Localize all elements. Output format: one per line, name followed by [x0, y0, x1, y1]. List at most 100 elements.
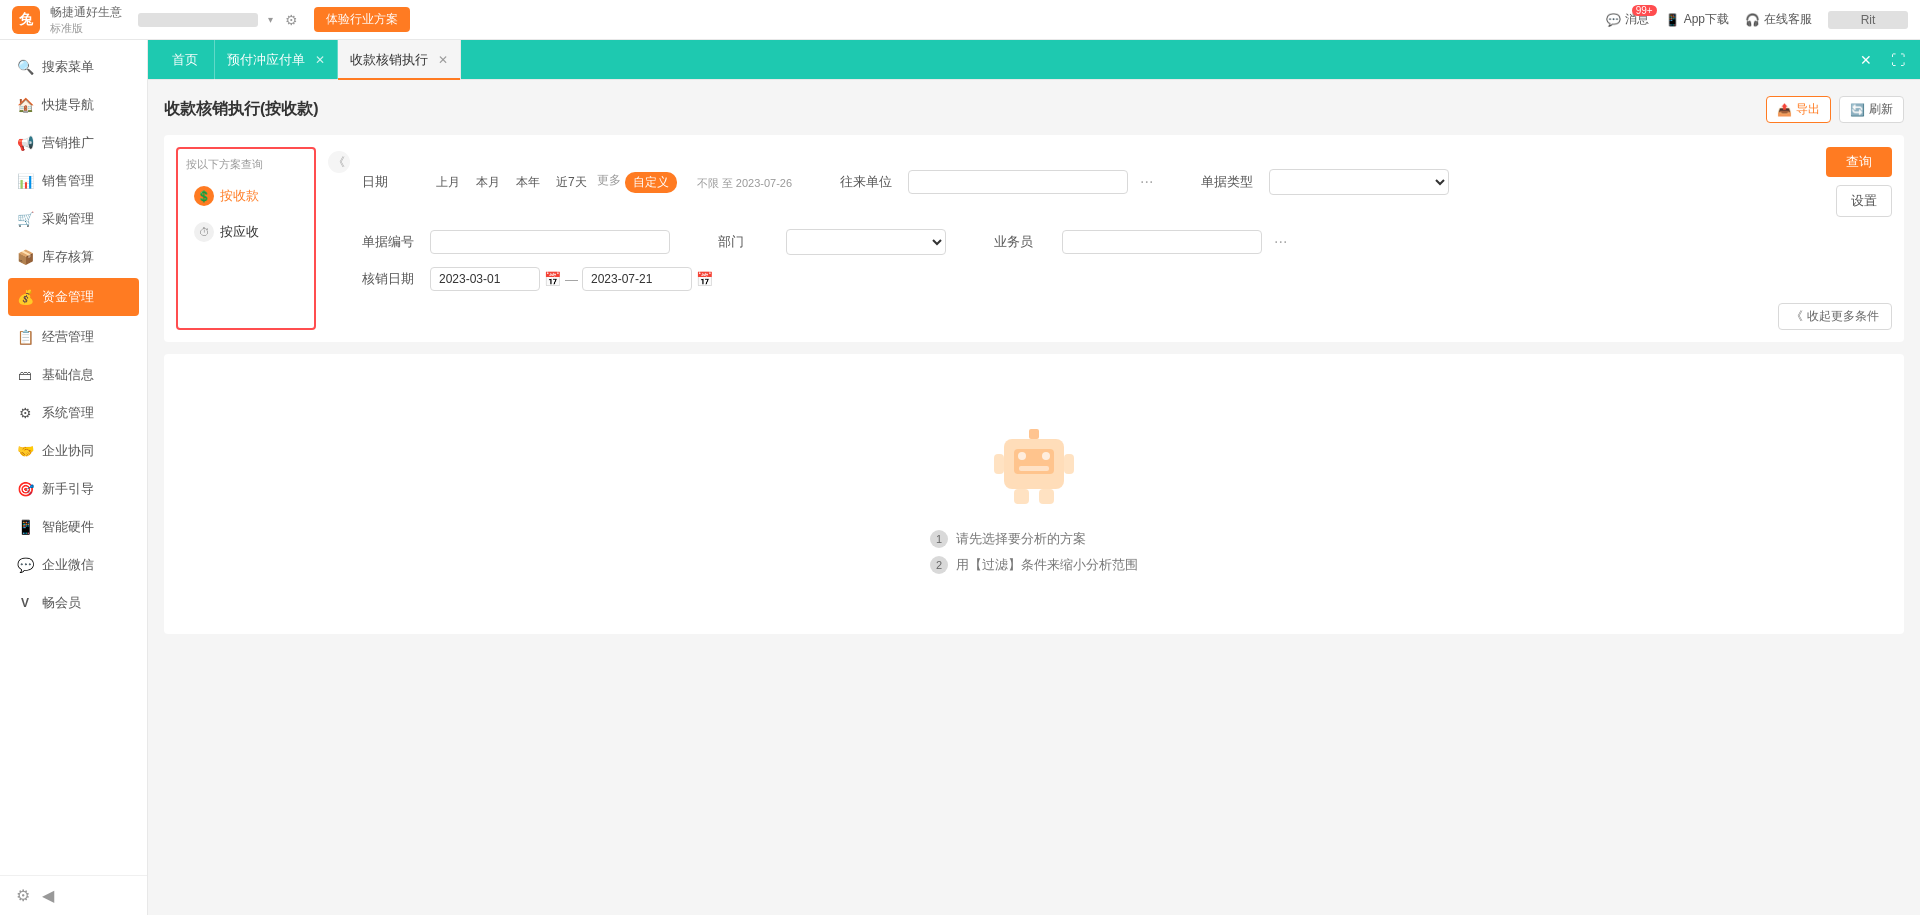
- writeoff-date-field: 核销日期 📅 — 📅: [362, 267, 713, 291]
- sidebar-item-quick-nav[interactable]: 🏠 快捷导航: [0, 86, 147, 124]
- query-button[interactable]: 查询: [1826, 147, 1892, 177]
- date-tab-last-month[interactable]: 上月: [430, 172, 466, 193]
- writeoff-date-from-icon[interactable]: 📅: [544, 271, 561, 287]
- date-tab-custom[interactable]: 自定义: [625, 172, 677, 193]
- date-label: 日期: [362, 173, 422, 191]
- tab-home[interactable]: 首页: [156, 40, 215, 80]
- collapse-filter-button[interactable]: 《: [328, 151, 350, 173]
- quick-nav-icon: 🏠: [16, 96, 34, 114]
- by-receivable-icon: ⏱: [194, 222, 214, 242]
- refresh-icon: 🔄: [1850, 103, 1865, 117]
- sidebar-item-basic-info[interactable]: 🗃 基础信息: [0, 356, 147, 394]
- user-avatar[interactable]: Rit: [1828, 11, 1908, 29]
- service-icon: 🎧: [1745, 13, 1760, 27]
- app-download-button[interactable]: 📱 App下载: [1665, 11, 1729, 28]
- tab-expand-button[interactable]: ⛶: [1884, 46, 1912, 74]
- message-button[interactable]: 💬 消息 99+: [1606, 11, 1649, 28]
- page-header: 收款核销执行(按收款) 📤 导出 🔄 刷新: [164, 96, 1904, 123]
- solution-button[interactable]: 体验行业方案: [314, 7, 410, 32]
- finance-icon: 💰: [16, 288, 34, 306]
- voucher-type-select[interactable]: [1269, 169, 1449, 195]
- writeoff-date-to-icon[interactable]: 📅: [696, 271, 713, 287]
- sidebar-item-guide[interactable]: 🎯 新手引导: [0, 470, 147, 508]
- settings-icon[interactable]: ⚙: [285, 12, 298, 28]
- voucher-no-field: 单据编号: [362, 230, 670, 254]
- company-name-blurred: [138, 13, 258, 27]
- by-receipt-icon: 💲: [194, 186, 214, 206]
- tab-close-prepay[interactable]: ✕: [315, 53, 325, 67]
- hint-num-2: 2: [930, 556, 948, 574]
- empty-robot-svg: [984, 414, 1084, 514]
- filter-type-by-receivable[interactable]: ⏱ 按应收: [186, 216, 306, 248]
- sidebar-item-finance[interactable]: 💰 资金管理: [8, 278, 139, 316]
- operations-icon: 📋: [16, 328, 34, 346]
- filter-type-title: 按以下方案查询: [186, 157, 306, 172]
- inventory-icon: 📦: [16, 248, 34, 266]
- edition-label: 标准版: [50, 21, 126, 36]
- svg-rect-9: [1039, 489, 1054, 504]
- sidebar-item-enterprise-collab[interactable]: 🤝 企业协同: [0, 432, 147, 470]
- date-hint: 不限 至 2023-07-26: [697, 176, 792, 191]
- sidebar-item-smart-hardware[interactable]: 📱 智能硬件: [0, 508, 147, 546]
- svg-rect-7: [1064, 454, 1074, 474]
- dept-field: 部门: [718, 229, 946, 255]
- export-button[interactable]: 📤 导出: [1766, 96, 1831, 123]
- tab-close-all-button[interactable]: ✕: [1852, 46, 1880, 74]
- company-dropdown-arrow[interactable]: ▾: [268, 14, 273, 25]
- staff-label: 业务员: [994, 233, 1054, 251]
- tab-prepay-offset[interactable]: 预付冲应付单 ✕: [215, 40, 338, 80]
- search-icon: 🔍: [16, 58, 34, 76]
- settings-button[interactable]: 设置: [1836, 185, 1892, 217]
- svg-rect-6: [994, 454, 1004, 474]
- sidebar-item-sales[interactable]: 📊 销售管理: [0, 162, 147, 200]
- topbar-right: 💬 消息 99+ 📱 App下载 🎧 在线客服 Rit: [1606, 11, 1908, 29]
- tab-bar-actions: ✕ ⛶: [1852, 46, 1920, 74]
- counterparty-input[interactable]: [908, 170, 1128, 194]
- filter-type-by-receipt[interactable]: 💲 按收款: [186, 180, 306, 212]
- empty-hints: 1 请先选择要分析的方案 2 用【过滤】条件来缩小分析范围: [930, 530, 1138, 574]
- staff-dots[interactable]: ···: [1274, 233, 1287, 251]
- hardware-icon: 📱: [16, 518, 34, 536]
- sidebar-collapse-icon[interactable]: ◀: [42, 886, 54, 905]
- voucher-type-field: 单据类型: [1201, 169, 1449, 195]
- filter-row-3: 核销日期 📅 — 📅: [362, 267, 1892, 291]
- online-service-button[interactable]: 🎧 在线客服: [1745, 11, 1812, 28]
- date-tab-more[interactable]: 更多: [597, 172, 621, 193]
- filter-type-box: 按以下方案查询 💲 按收款 ⏱ 按应收: [176, 147, 316, 330]
- date-tab-this-month[interactable]: 本月: [470, 172, 506, 193]
- svg-point-2: [1018, 452, 1026, 460]
- date-tab-this-year[interactable]: 本年: [510, 172, 546, 193]
- app-logo: 兔: [12, 6, 40, 34]
- sidebar-item-vip-member[interactable]: V 畅会员: [0, 584, 147, 622]
- sidebar-item-purchase[interactable]: 🛒 采购管理: [0, 200, 147, 238]
- tab-receipt-writeoff[interactable]: 收款核销执行 ✕: [338, 40, 461, 80]
- counterparty-dots[interactable]: ···: [1140, 173, 1153, 191]
- sidebar-item-system[interactable]: ⚙ 系统管理: [0, 394, 147, 432]
- collapse-arrow-icon: 《: [1791, 308, 1803, 325]
- message-badge: 99+: [1632, 5, 1657, 16]
- dept-select[interactable]: [786, 229, 946, 255]
- tab-close-receipt[interactable]: ✕: [438, 53, 448, 67]
- staff-input[interactable]: [1062, 230, 1262, 254]
- collapse-more-button[interactable]: 《 收起更多条件: [1778, 303, 1892, 330]
- writeoff-date-to[interactable]: [582, 267, 692, 291]
- sidebar-item-operations[interactable]: 📋 经营管理: [0, 318, 147, 356]
- system-icon: ⚙: [16, 404, 34, 422]
- date-tab-7days[interactable]: 近7天: [550, 172, 593, 193]
- sidebar-item-marketing[interactable]: 📢 营销推广: [0, 124, 147, 162]
- writeoff-date-from[interactable]: [430, 267, 540, 291]
- date-field: 日期 上月 本月 本年 近7天 更多 自定义: [362, 172, 677, 193]
- refresh-button[interactable]: 🔄 刷新: [1839, 96, 1904, 123]
- sidebar-item-enterprise-wechat[interactable]: 💬 企业微信: [0, 546, 147, 584]
- empty-icon: [984, 414, 1084, 514]
- empty-state: 1 请先选择要分析的方案 2 用【过滤】条件来缩小分析范围: [164, 354, 1904, 634]
- sidebar-settings-icon[interactable]: ⚙: [16, 886, 30, 905]
- voucher-no-input[interactable]: [430, 230, 670, 254]
- basic-info-icon: 🗃: [16, 366, 34, 384]
- filter-row-2: 单据编号 部门 业务员 ···: [362, 229, 1892, 255]
- wechat-icon: 💬: [16, 556, 34, 574]
- hint-num-1: 1: [930, 530, 948, 548]
- sidebar-item-inventory[interactable]: 📦 库存核算: [0, 238, 147, 276]
- sidebar-item-search-menu[interactable]: 🔍 搜索菜单: [0, 48, 147, 86]
- staff-field: 业务员 ···: [994, 230, 1287, 254]
